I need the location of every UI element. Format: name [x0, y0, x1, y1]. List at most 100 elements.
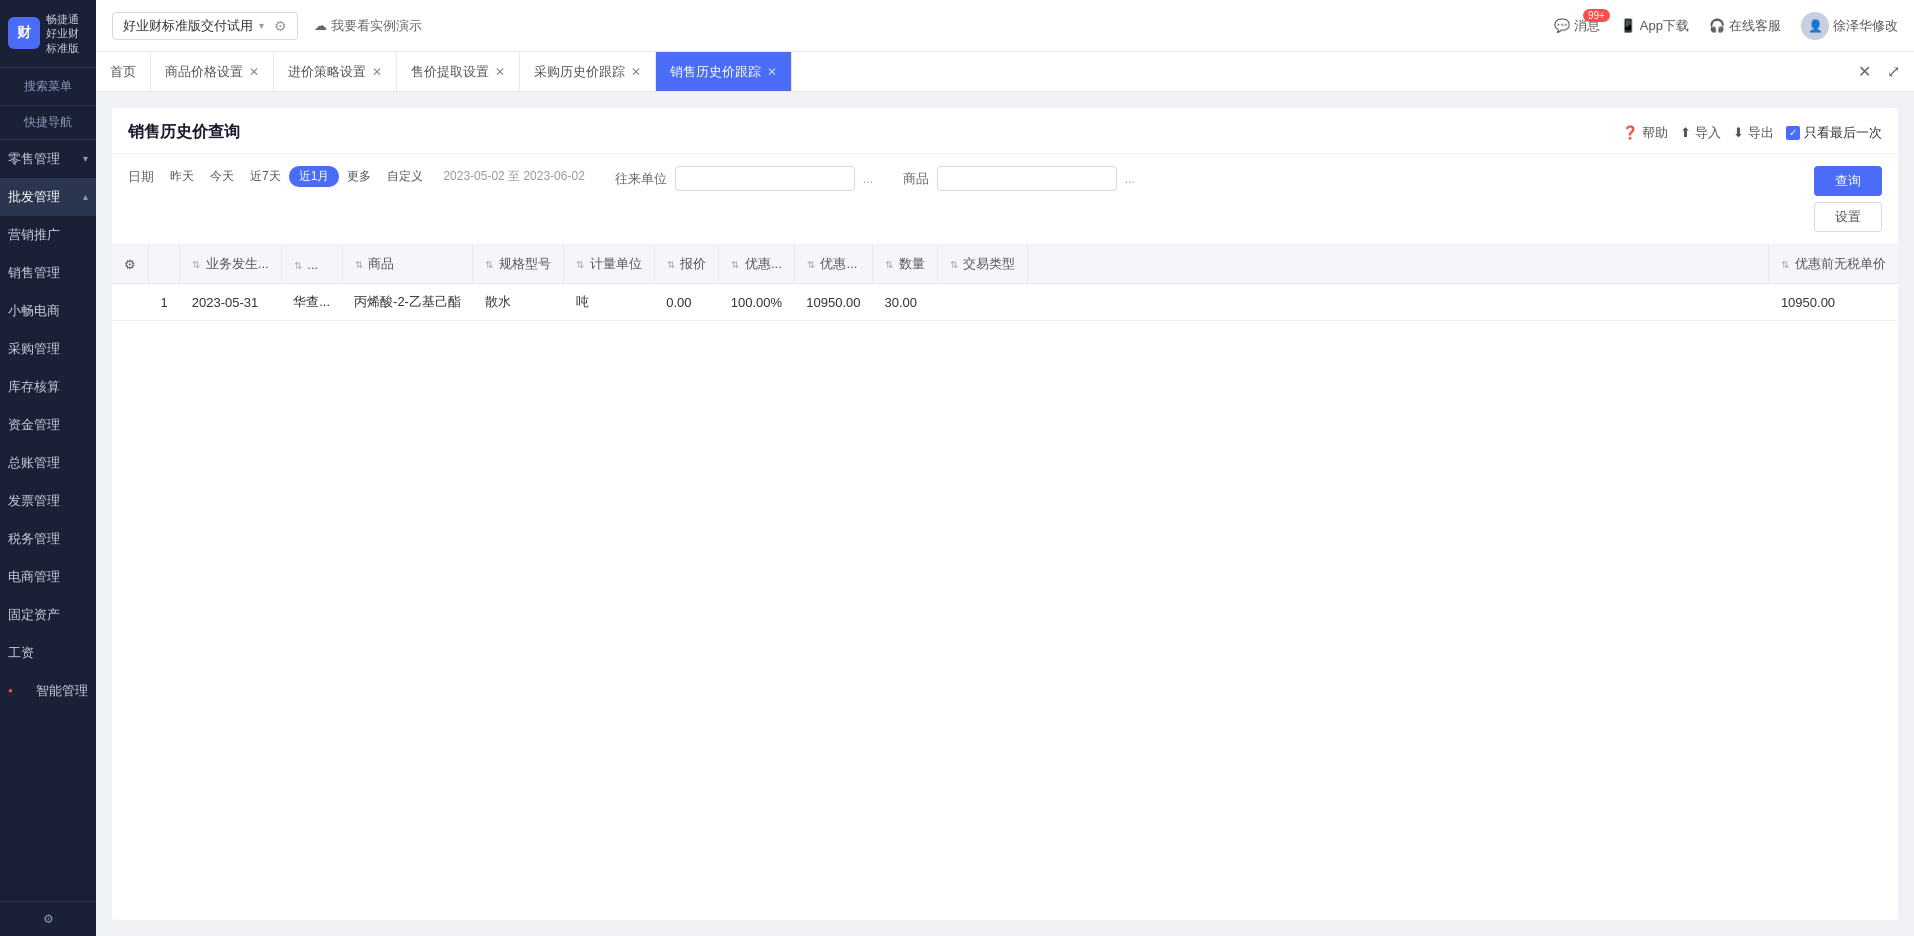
- demo-link[interactable]: ☁ 我要看实例演示: [314, 17, 422, 35]
- close-icon[interactable]: ✕: [372, 65, 382, 79]
- export-icon: ⬇: [1733, 125, 1744, 140]
- sort-icon: ⇅: [885, 259, 893, 270]
- user-menu[interactable]: 👤 徐泽华修改: [1801, 12, 1898, 40]
- col-header-spacer: [1028, 245, 1769, 284]
- date-custom[interactable]: 自定义: [379, 166, 431, 187]
- sidebar-item-wholesale[interactable]: 批发管理 ▴: [0, 178, 96, 216]
- sidebar-item-salary[interactable]: 工资: [0, 634, 96, 672]
- chevron-icon: ▾: [83, 153, 88, 164]
- col-header-more[interactable]: ⇅ ...: [281, 245, 342, 284]
- close-icon[interactable]: ✕: [631, 65, 641, 79]
- product-input[interactable]: [937, 166, 1117, 191]
- col-header-quantity[interactable]: ⇅ 数量: [873, 245, 938, 284]
- close-icon[interactable]: ✕: [767, 65, 777, 79]
- col-header-spec[interactable]: ⇅ 规格型号: [473, 245, 564, 284]
- col-header-trade-type[interactable]: ⇅ 交易类型: [937, 245, 1028, 284]
- sidebar-item-marketing[interactable]: 营销推广: [0, 216, 96, 254]
- tab-purchase-history[interactable]: 采购历史价跟踪 ✕: [520, 52, 656, 91]
- help-button[interactable]: ❓ 帮助: [1622, 124, 1668, 142]
- cell-gear: [112, 284, 149, 321]
- sidebar-settings[interactable]: ⚙: [0, 901, 96, 936]
- sidebar-item-tax[interactable]: 税务管理: [0, 520, 96, 558]
- sidebar-quick-nav[interactable]: 快捷导航: [0, 106, 96, 140]
- tab-price-extract[interactable]: 售价提取设置 ✕: [397, 52, 520, 91]
- gear-icon: ⚙: [124, 257, 136, 272]
- content-card: 销售历史价查询 ❓ 帮助 ⬆ 导入 ⬇ 导出 ✓: [112, 108, 1898, 920]
- logo-icon: 财: [8, 17, 40, 49]
- logo-text: 畅捷通好业财 标准版: [46, 12, 88, 55]
- sidebar: 财 畅捷通好业财 标准版 搜索菜单 快捷导航 零售管理 ▾ 批发管理 ▴ 营销推…: [0, 0, 96, 936]
- product-more[interactable]: ...: [1125, 172, 1135, 186]
- online-service-button[interactable]: 🎧 在线客服: [1709, 17, 1781, 35]
- sidebar-item-smart[interactable]: 智能管理: [0, 672, 96, 710]
- sidebar-item-sales[interactable]: 销售管理: [0, 254, 96, 292]
- col-header-gear[interactable]: ⚙: [112, 245, 149, 284]
- sort-icon: ⇅: [807, 259, 815, 270]
- table-row[interactable]: 1 2023-05-31 华查... 丙烯酸-2-乙基己酯 散水 吨 0.00 …: [112, 284, 1898, 321]
- sidebar-item-retail[interactable]: 零售管理 ▾: [0, 140, 96, 178]
- sidebar-item-purchase[interactable]: 采购管理: [0, 330, 96, 368]
- cell-discount-amount: 10950.00: [794, 284, 872, 321]
- partner-more[interactable]: ...: [863, 172, 873, 186]
- col-header-product[interactable]: ⇅ 商品: [342, 245, 473, 284]
- cell-discount-rate: 100.00%: [719, 284, 794, 321]
- app-download-button[interactable]: 📱 App下载: [1620, 17, 1689, 35]
- chevron-icon: ▴: [83, 191, 88, 202]
- message-button[interactable]: 💬 消息 99+: [1554, 17, 1600, 35]
- import-button[interactable]: ⬆ 导入: [1680, 124, 1721, 142]
- tab-bar: 首页 商品价格设置 ✕ 进价策略设置 ✕ 售价提取设置 ✕ 采购历史价跟踪 ✕ …: [96, 52, 1914, 92]
- partner-filter-label: 往来单位: [615, 170, 667, 188]
- sidebar-item-assets[interactable]: 固定资产: [0, 596, 96, 634]
- sidebar-item-finance[interactable]: 资金管理: [0, 406, 96, 444]
- export-button[interactable]: ⬇ 导出: [1733, 124, 1774, 142]
- table-header-row: ⚙ ⇅ 业务发生... ⇅ ...: [112, 245, 1898, 284]
- filter-bar: 日期 昨天 今天 近7天 近1月 更多 自定义 2023-05-02 至 202…: [112, 154, 1898, 245]
- maximize-tab-button[interactable]: ⤢: [1881, 60, 1906, 83]
- page-content-area: 销售历史价查询 ❓ 帮助 ⬆ 导入 ⬇ 导出 ✓: [96, 92, 1914, 936]
- sales-history-table: ⚙ ⇅ 业务发生... ⇅ ...: [112, 245, 1898, 321]
- close-icon[interactable]: ✕: [249, 65, 259, 79]
- sidebar-item-ledger[interactable]: 总账管理: [0, 444, 96, 482]
- cell-biz-date: 2023-05-31: [180, 284, 281, 321]
- date-more[interactable]: 更多: [339, 166, 379, 187]
- help-icon: ❓: [1622, 125, 1638, 140]
- cell-trade-type: [937, 284, 1028, 321]
- col-header-pretax-price[interactable]: ⇅ 优惠前无税单价: [1769, 245, 1898, 284]
- date-yesterday[interactable]: 昨天: [162, 166, 202, 187]
- col-header-unit[interactable]: ⇅ 计量单位: [564, 245, 655, 284]
- settings-button[interactable]: 设置: [1814, 202, 1882, 232]
- date-last1m[interactable]: 近1月: [289, 166, 340, 187]
- tab-sales-history[interactable]: 销售历史价跟踪 ✕: [656, 52, 792, 91]
- query-button[interactable]: 查询: [1814, 166, 1882, 196]
- tab-price-strategy[interactable]: 进价策略设置 ✕: [274, 52, 397, 91]
- version-selector[interactable]: 好业财标准版交付试用 ▾ ⚙: [112, 12, 298, 40]
- partner-input[interactable]: [675, 166, 855, 191]
- col-header-seq[interactable]: [149, 245, 180, 284]
- cell-spacer: [1028, 284, 1769, 321]
- gear-icon: ⚙: [43, 912, 54, 926]
- checkbox-checked-icon: ✓: [1786, 126, 1800, 140]
- col-header-discount-rate[interactable]: ⇅ 优惠...: [719, 245, 794, 284]
- close-tab-button[interactable]: ✕: [1852, 60, 1877, 83]
- close-icon[interactable]: ✕: [495, 65, 505, 79]
- tab-price-setting[interactable]: 商品价格设置 ✕: [151, 52, 274, 91]
- topbar-right: 💬 消息 99+ 📱 App下载 🎧 在线客服 👤 徐泽华修改: [1554, 12, 1898, 40]
- only-last-checkbox[interactable]: ✓ 只看最后一次: [1786, 124, 1882, 142]
- sidebar-item-ecommerce-small[interactable]: 小畅电商: [0, 292, 96, 330]
- date-today[interactable]: 今天: [202, 166, 242, 187]
- sidebar-item-inventory[interactable]: 库存核算: [0, 368, 96, 406]
- version-gear-icon[interactable]: ⚙: [274, 18, 287, 34]
- sort-icon: ⇅: [576, 259, 584, 270]
- sidebar-item-ecommerce[interactable]: 电商管理: [0, 558, 96, 596]
- tab-home[interactable]: 首页: [96, 52, 151, 91]
- sidebar-item-invoice[interactable]: 发票管理: [0, 482, 96, 520]
- product-filter-label: 商品: [903, 170, 929, 188]
- sort-icon: ⇅: [355, 259, 363, 270]
- col-header-price[interactable]: ⇅ 报价: [654, 245, 719, 284]
- sort-icon: ⇅: [192, 259, 200, 270]
- col-header-biz-date[interactable]: ⇅ 业务发生...: [180, 245, 281, 284]
- sidebar-search[interactable]: 搜索菜单: [0, 68, 96, 106]
- col-header-discount-amount[interactable]: ⇅ 优惠...: [794, 245, 872, 284]
- sort-icon: ⇅: [731, 259, 739, 270]
- date-last7[interactable]: 近7天: [242, 166, 289, 187]
